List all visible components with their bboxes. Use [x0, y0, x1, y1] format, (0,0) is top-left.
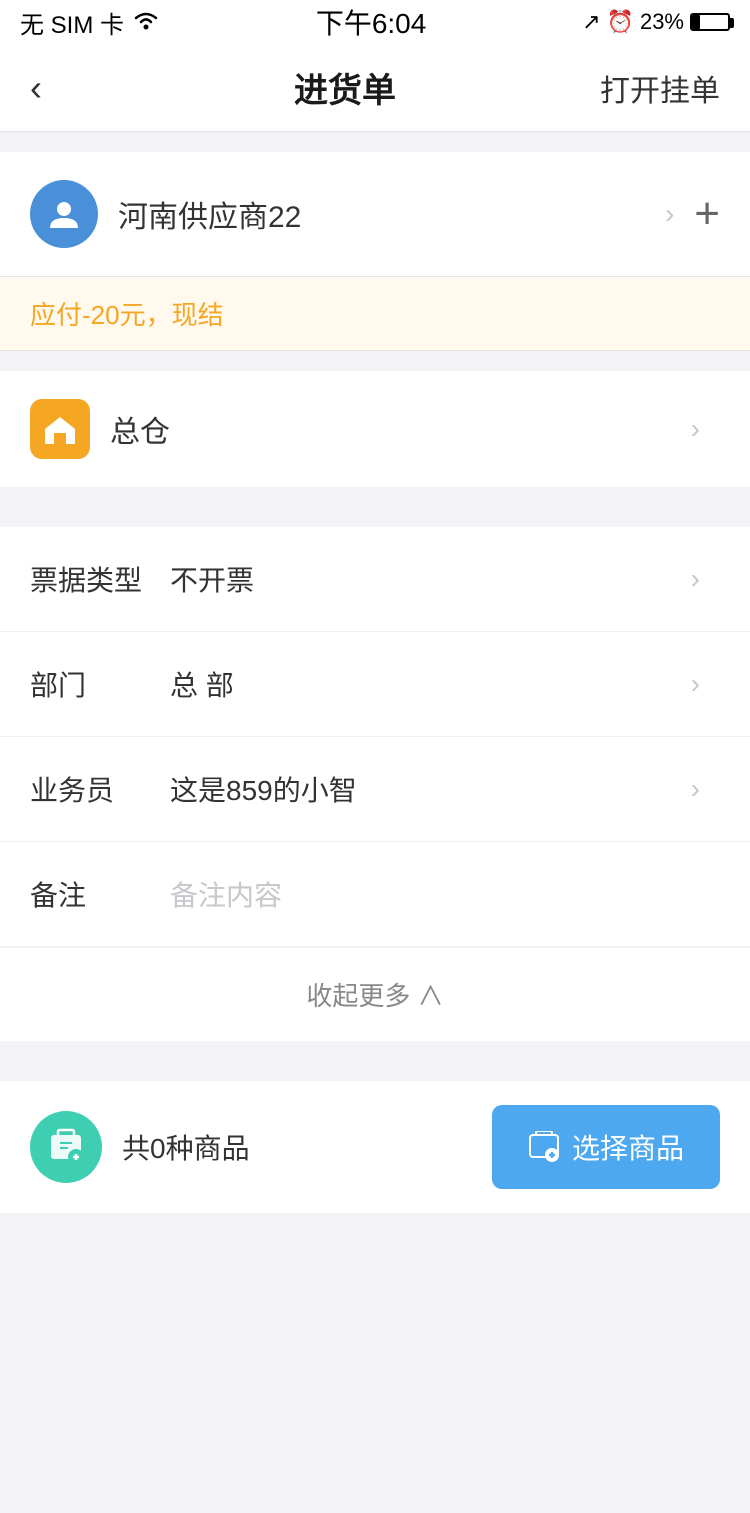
top-divider [0, 132, 750, 152]
section-divider-1 [0, 351, 750, 371]
invoice-type-row[interactable]: 票据类型 不开票 › [0, 527, 750, 632]
page-title: 进货单 [294, 63, 396, 112]
department-value: 总 部 [150, 664, 691, 704]
department-label: 部门 [30, 664, 150, 704]
battery-icon [690, 13, 730, 31]
select-product-button[interactable]: 选择商品 [492, 1105, 720, 1189]
warehouse-chevron-icon: › [691, 413, 700, 445]
salesperson-chevron: › [691, 773, 700, 805]
supplier-card: 河南供应商22 › + 应付-20元，现结 [0, 152, 750, 351]
battery-label: 23% [640, 9, 684, 35]
remark-row[interactable]: 备注 备注内容 [0, 842, 750, 947]
select-product-label: 选择商品 [572, 1127, 684, 1167]
invoice-type-label: 票据类型 [30, 559, 150, 599]
page-background [0, 1213, 750, 1513]
nav-bar: ‹ 进货单 打开挂单 [0, 44, 750, 132]
department-row[interactable]: 部门 总 部 › [0, 632, 750, 737]
alarm-icon: ⏰ [607, 9, 634, 35]
status-left: 无 SIM 卡 [20, 5, 160, 40]
collapse-button[interactable]: 收起更多 ∧ [0, 947, 750, 1041]
warehouse-card[interactable]: 总仓 › [0, 371, 750, 487]
back-button[interactable]: ‹ [30, 67, 90, 109]
time-label: 下午6:04 [316, 2, 427, 42]
supplier-row[interactable]: 河南供应商22 › + [0, 152, 750, 277]
bottom-bar: 共0种商品 选择商品 [0, 1081, 750, 1213]
status-bar: 无 SIM 卡 下午6:04 ↗ ⏰ 23% [0, 0, 750, 44]
salesperson-value: 这是859的小智 [150, 769, 691, 809]
carrier-label: 无 SIM 卡 [20, 5, 124, 40]
chevron-right-icon: › [665, 198, 674, 230]
form-section: 票据类型 不开票 › 部门 总 部 › 业务员 这是859的小智 › 备注 备注… [0, 527, 750, 1041]
add-supplier-button[interactable]: + [694, 192, 720, 236]
section-divider-2 [0, 487, 750, 507]
open-pending-button[interactable]: 打开挂单 [600, 66, 720, 110]
invoice-type-value: 不开票 [150, 559, 691, 599]
location-icon: ↗ [582, 9, 600, 35]
wifi-icon [132, 8, 160, 37]
product-count-label: 共0种商品 [122, 1127, 472, 1167]
notice-text: 应付-20元，现结 [30, 300, 224, 330]
salesperson-row[interactable]: 业务员 这是859的小智 › [0, 737, 750, 842]
warehouse-icon-wrap [30, 399, 90, 459]
avatar [30, 180, 98, 248]
supplier-name: 河南供应商22 [118, 192, 665, 236]
product-icon-wrap [30, 1111, 102, 1183]
warehouse-row[interactable]: 总仓 › [0, 371, 750, 487]
salesperson-label: 业务员 [30, 769, 150, 809]
remark-label: 备注 [30, 874, 150, 914]
remark-input[interactable]: 备注内容 [150, 874, 720, 914]
department-chevron: › [691, 668, 700, 700]
notice-banner: 应付-20元，现结 [0, 277, 750, 351]
invoice-type-chevron: › [691, 563, 700, 595]
status-right: ↗ ⏰ 23% [582, 9, 730, 35]
section-divider-3 [0, 1041, 750, 1061]
collapse-label: 收起更多 ∧ [306, 981, 443, 1011]
warehouse-name: 总仓 [110, 407, 691, 451]
